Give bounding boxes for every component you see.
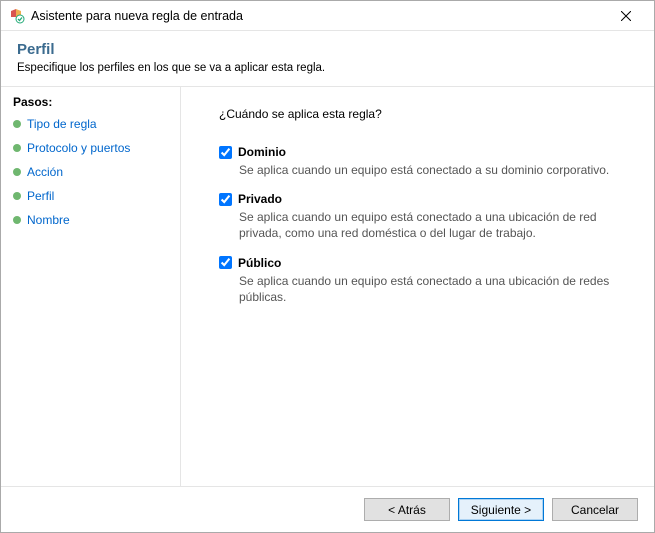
profile-desc: Se aplica cuando un equipo está conectad…	[239, 209, 626, 241]
sidebar-item-accion[interactable]: Acción	[13, 165, 168, 179]
profile-row: Dominio	[219, 145, 626, 159]
back-button[interactable]: < Atrás	[364, 498, 450, 521]
bullet-icon	[13, 120, 21, 128]
close-button[interactable]	[606, 2, 646, 30]
sidebar-item-nombre[interactable]: Nombre	[13, 213, 168, 227]
sidebar-item-label: Nombre	[27, 213, 70, 227]
main-panel: ¿Cuándo se aplica esta regla? Dominio Se…	[181, 87, 654, 486]
sidebar-item-protocolo[interactable]: Protocolo y puertos	[13, 141, 168, 155]
sidebar-item-tipo[interactable]: Tipo de regla	[13, 117, 168, 131]
checkbox-privado[interactable]	[219, 193, 232, 206]
profile-group-privado: Privado Se aplica cuando un equipo está …	[219, 192, 626, 241]
sidebar-item-label: Acción	[27, 165, 63, 179]
profile-row: Privado	[219, 192, 626, 206]
profile-label: Dominio	[238, 145, 286, 159]
titlebar: Asistente para nueva regla de entrada	[1, 1, 654, 31]
sidebar-item-label: Perfil	[27, 189, 54, 203]
sidebar-item-perfil[interactable]: Perfil	[13, 189, 168, 203]
profile-desc: Se aplica cuando un equipo está conectad…	[239, 162, 626, 178]
profile-group-publico: Público Se aplica cuando un equipo está …	[219, 256, 626, 305]
body-area: Pasos: Tipo de regla Protocolo y puertos…	[1, 87, 654, 486]
checkbox-dominio[interactable]	[219, 146, 232, 159]
bullet-icon	[13, 216, 21, 224]
sidebar-item-label: Tipo de regla	[27, 117, 97, 131]
profile-group-dominio: Dominio Se aplica cuando un equipo está …	[219, 145, 626, 178]
profile-label: Público	[238, 256, 281, 270]
window-title: Asistente para nueva regla de entrada	[31, 9, 606, 23]
profile-label: Privado	[238, 192, 282, 206]
checkbox-publico[interactable]	[219, 256, 232, 269]
sidebar: Pasos: Tipo de regla Protocolo y puertos…	[1, 87, 181, 486]
close-icon	[621, 11, 631, 21]
page-subtitle: Especifique los perfiles en los que se v…	[17, 62, 638, 74]
sidebar-item-label: Protocolo y puertos	[27, 141, 130, 155]
bullet-icon	[13, 192, 21, 200]
profile-row: Público	[219, 256, 626, 270]
steps-heading: Pasos:	[13, 95, 168, 109]
page-title: Perfil	[17, 41, 638, 58]
footer: < Atrás Siguiente > Cancelar	[1, 486, 654, 532]
cancel-button[interactable]: Cancelar	[552, 498, 638, 521]
bullet-icon	[13, 144, 21, 152]
profile-question: ¿Cuándo se aplica esta regla?	[219, 107, 626, 121]
header-band: Perfil Especifique los perfiles en los q…	[1, 31, 654, 87]
next-button[interactable]: Siguiente >	[458, 498, 544, 521]
profile-desc: Se aplica cuando un equipo está conectad…	[239, 273, 626, 305]
firewall-icon	[9, 8, 25, 24]
bullet-icon	[13, 168, 21, 176]
